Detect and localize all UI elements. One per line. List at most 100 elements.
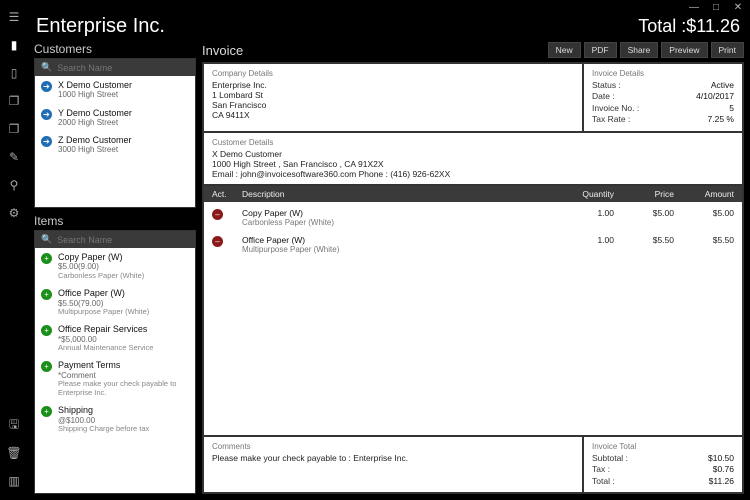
line-qty: 1.00 [554,235,614,245]
trash-icon[interactable]: 🗑 [7,446,21,460]
item-search[interactable]: 🔍 [35,231,195,248]
no-label: Invoice No. : [592,103,639,114]
new-button[interactable]: New [548,42,581,58]
plus-icon[interactable]: + [41,406,52,417]
arrow-icon[interactable]: ➔ [41,81,52,92]
line-name: Office Paper (W) [242,235,554,245]
edit-icon[interactable]: ✎ [7,150,21,164]
customer-address: 1000 High Street , San Francisco , CA 91… [212,159,734,169]
company-city: San Francisco [212,100,574,110]
taxrate-label: Tax Rate : [592,114,630,125]
library-icon[interactable]: ▥ [7,474,21,488]
menu-icon[interactable]: ☰ [7,10,21,24]
customer-sub: 3000 High Street [58,145,132,154]
company-street: 1 Lombard St [212,90,574,100]
doc-filled-icon[interactable]: ▮ [7,38,21,52]
copy2-icon[interactable]: ❐ [7,122,21,136]
item-search-input[interactable] [57,235,189,245]
item-list: + Copy Paper (W) $5.00(9.00) Carbonless … [35,248,195,493]
arrow-icon[interactable]: ➔ [41,109,52,120]
line-header: Act. Description Quantity Price Amount [204,186,742,202]
line-amount: $5.00 [674,208,734,218]
invoice-line: – Office Paper (W)Multipurpose Paper (Wh… [204,229,742,256]
item-row[interactable]: + Shipping @$100.00 Shipping Charge befo… [35,401,195,437]
item-row[interactable]: + Office Paper (W) $5.50(79.00) Multipur… [35,284,195,320]
arrow-icon[interactable]: ➔ [41,136,52,147]
total-label: Total : [592,476,615,487]
item-name: Office Repair Services [58,324,153,334]
remove-icon[interactable]: – [212,209,223,220]
doc-icon[interactable]: ▯ [7,66,21,80]
customer-heading: Customer Details [212,138,734,147]
line-name: Copy Paper (W) [242,208,554,218]
subtotal-value: $10.50 [708,453,734,464]
no-value: 5 [729,103,734,114]
window-controls: — □ ✕ [28,0,750,15]
taxrate-value: 7.25 % [708,114,734,125]
invoice-document: Company Details Enterprise Inc. 1 Lombar… [202,62,744,494]
item-desc: Annual Maintenance Service [58,344,153,353]
search-icon: 🔍 [41,62,52,73]
items-heading: Items [34,214,196,230]
col-price: Price [614,189,674,199]
date-label: Date : [592,91,615,102]
share-button[interactable]: Share [620,42,659,58]
preview-button[interactable]: Preview [661,42,707,58]
item-desc: Shipping Charge before tax [58,425,149,434]
invoice-details-heading: Invoice Details [592,69,734,78]
item-name: Office Paper (W) [58,288,149,298]
customer-name: X Demo Customer [212,149,734,159]
customer-list: ➔ X Demo Customer 1000 High Street ➔ Y D… [35,76,195,207]
invoice-line: – Copy Paper (W)Carbonless Paper (White)… [204,202,742,229]
copy-icon[interactable]: ❐ [7,94,21,108]
item-desc: Carbonless Paper (White) [58,272,144,281]
item-name: Copy Paper (W) [58,252,144,262]
comments-heading: Comments [212,442,574,451]
customer-row[interactable]: ➔ Y Demo Customer 2000 High Street [35,104,195,132]
item-name: Payment Terms [58,360,189,370]
plus-icon[interactable]: + [41,289,52,300]
gear-icon[interactable]: ⚙ [7,206,21,220]
tax-value: $0.76 [713,464,734,475]
maximize-button[interactable]: □ [710,2,722,13]
total-label: Total :$11.26 [638,16,740,37]
date-value: 4/10/2017 [696,91,734,102]
customer-name: X Demo Customer [58,80,132,90]
total-value: $11.26 [709,476,734,487]
save-icon[interactable]: 🖫 [7,418,21,432]
invoice-heading: Invoice [202,43,243,58]
company-heading: Company Details [212,69,574,78]
customer-row[interactable]: ➔ X Demo Customer 1000 High Street [35,76,195,104]
customer-name: Z Demo Customer [58,135,132,145]
invoice-lines: – Copy Paper (W)Carbonless Paper (White)… [204,202,742,435]
plus-icon[interactable]: + [41,325,52,336]
customer-sub: 1000 High Street [58,90,132,99]
customer-search-input[interactable] [57,63,189,73]
company-zip: CA 9411X [212,110,574,120]
item-name: Shipping [58,405,149,415]
company-name: Enterprise Inc. [212,80,574,90]
item-row[interactable]: + Copy Paper (W) $5.00(9.00) Carbonless … [35,248,195,284]
col-action: Act. [212,189,242,199]
line-qty: 1.00 [554,208,614,218]
minimize-button[interactable]: — [688,2,700,13]
print-button[interactable]: Print [711,42,744,58]
plus-icon[interactable]: + [41,253,52,264]
item-row[interactable]: + Payment Terms *Comment Please make you… [35,356,195,401]
plus-icon[interactable]: + [41,361,52,372]
pdf-button[interactable]: PDF [584,42,617,58]
subtotal-label: Subtotal : [592,453,628,464]
status-value: Active [711,80,734,91]
col-quantity: Quantity [554,189,614,199]
customers-heading: Customers [34,42,196,58]
close-button[interactable]: ✕ [732,2,744,13]
remove-icon[interactable]: – [212,236,223,247]
totals-heading: Invoice Total [592,442,734,451]
item-desc: Multipurpose Paper (White) [58,308,149,317]
customer-row[interactable]: ➔ Z Demo Customer 3000 High Street [35,131,195,159]
status-label: Status : [592,80,621,91]
customer-search[interactable]: 🔍 [35,59,195,76]
customer-name: Y Demo Customer [58,108,132,118]
user-icon[interactable]: ⚲ [7,178,21,192]
item-row[interactable]: + Office Repair Services *$5,000.00 Annu… [35,320,195,356]
